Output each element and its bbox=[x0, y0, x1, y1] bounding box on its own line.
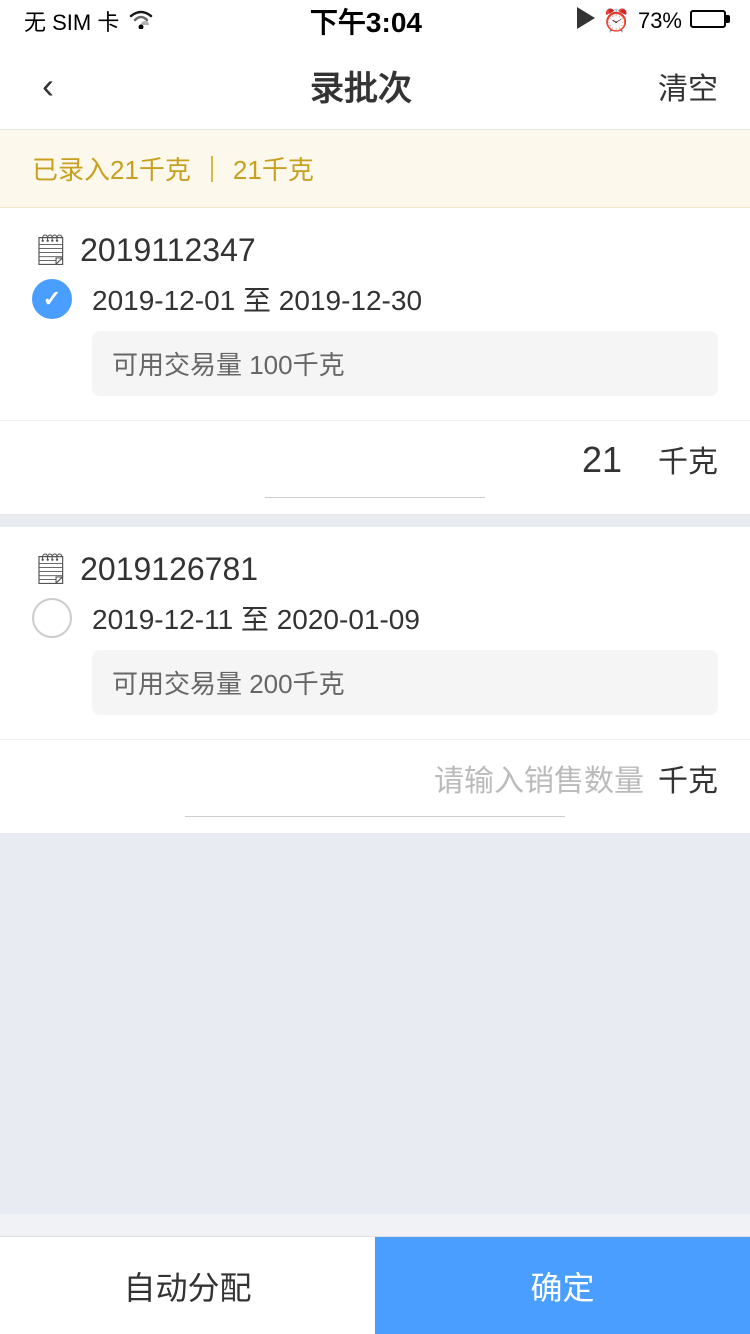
batch-1-id: 2019112347 bbox=[80, 232, 256, 269]
batch-2-date: 2019-12-11 至 2020-01-09 bbox=[92, 598, 420, 638]
batch-2-qty: 可用交易量 200千克 bbox=[92, 650, 718, 715]
amount-underline bbox=[265, 497, 485, 498]
batch-1-unit: 千克 bbox=[658, 437, 718, 481]
page-title: 录批次 bbox=[310, 61, 412, 110]
nav-bar: ‹ 录批次 清空 bbox=[0, 42, 750, 130]
batch-1-date: 2019-12-01 至 2019-12-30 bbox=[92, 279, 422, 319]
sim-label: 无 SIM 卡 bbox=[24, 5, 119, 37]
batch-1-radio[interactable] bbox=[32, 279, 72, 319]
location-icon bbox=[577, 7, 595, 35]
status-right: ⏰ 73% bbox=[577, 7, 726, 35]
back-button[interactable]: ‹ bbox=[32, 55, 64, 117]
recorded-label: 已录入21千克 bbox=[32, 150, 191, 187]
batch-2-id: 2019126781 bbox=[80, 551, 258, 588]
qty-input[interactable] bbox=[324, 765, 644, 799]
recorded-value: 21千克 bbox=[233, 150, 314, 187]
info-banner: 已录入21千克 21千克 bbox=[0, 130, 750, 208]
battery-percent: 73% bbox=[638, 8, 682, 34]
batch-2-radio[interactable] bbox=[32, 598, 72, 638]
status-bar: 无 SIM 卡 下午3:04 ⏰ 73% bbox=[0, 0, 750, 42]
confirm-button[interactable]: 确定 bbox=[375, 1237, 750, 1334]
alarm-icon: ⏰ bbox=[603, 8, 630, 34]
wifi-icon bbox=[127, 7, 155, 35]
bottom-bar: 自动分配 确定 bbox=[0, 1236, 750, 1334]
empty-area bbox=[0, 834, 750, 1214]
status-left: 无 SIM 卡 bbox=[24, 5, 155, 37]
batch-1-amount: 21 bbox=[582, 439, 622, 481]
batch-1-qty: 可用交易量 100千克 bbox=[92, 331, 718, 396]
auto-distribute-button[interactable]: 自动分配 bbox=[0, 1237, 375, 1334]
input-underline bbox=[185, 816, 565, 817]
section-divider bbox=[0, 515, 750, 527]
clear-button[interactable]: 清空 bbox=[658, 64, 718, 108]
batch-item-1: 🗒 2019112347 2019-12-01 至 2019-12-30 可用交… bbox=[0, 208, 750, 421]
input-unit: 千克 bbox=[658, 756, 718, 800]
batch-2-row[interactable]: 2019-12-11 至 2020-01-09 bbox=[32, 598, 718, 638]
status-time: 下午3:04 bbox=[310, 1, 422, 41]
batch-2-header: 🗒 2019126781 bbox=[32, 551, 718, 588]
batch-2-icon: 🗒 bbox=[32, 552, 70, 587]
batch-1-icon: 🗒 bbox=[32, 233, 70, 268]
batch-1-row[interactable]: 2019-12-01 至 2019-12-30 bbox=[32, 279, 718, 319]
info-divider bbox=[211, 156, 213, 182]
batch-1-header: 🗒 2019112347 bbox=[32, 232, 718, 269]
batch-item-2: 🗒 2019126781 2019-12-11 至 2020-01-09 可用交… bbox=[0, 527, 750, 740]
battery-icon bbox=[690, 8, 726, 34]
